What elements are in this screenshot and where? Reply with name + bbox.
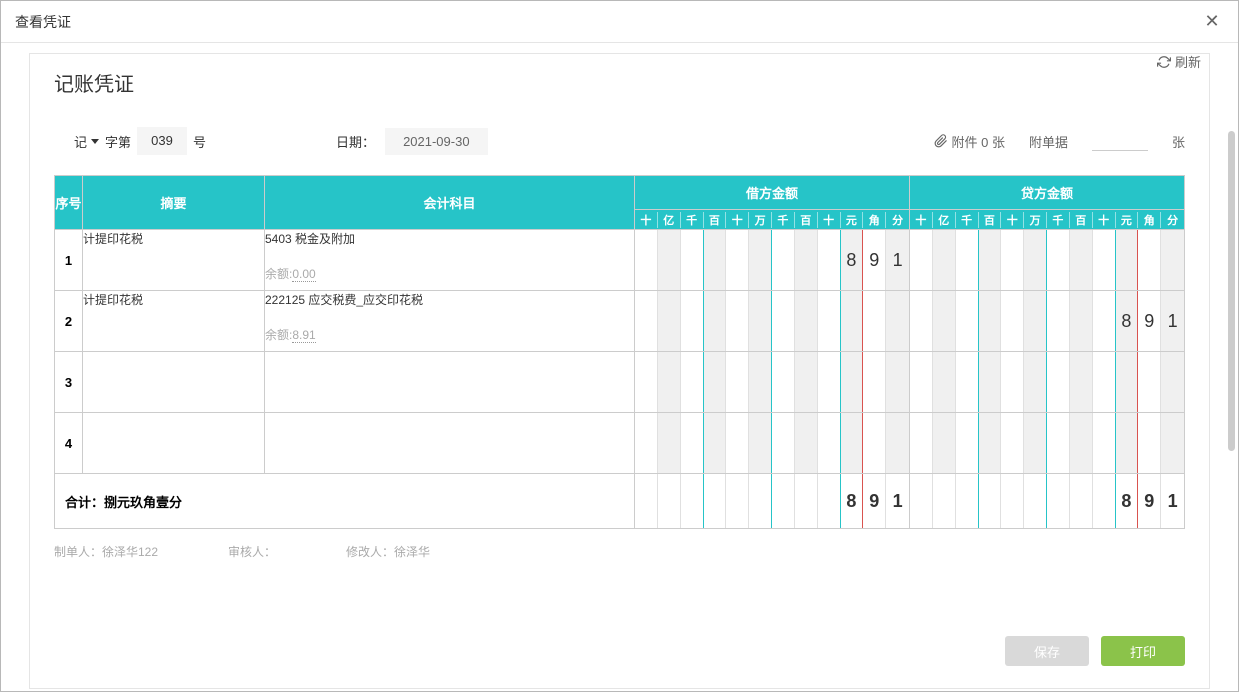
debit-cell[interactable]	[635, 352, 910, 413]
attachment-group: 附件 0 张 附单据 张	[934, 131, 1186, 151]
credit-cell[interactable]	[910, 230, 1185, 291]
credit-cell[interactable]	[910, 413, 1185, 474]
account-cell[interactable]	[265, 413, 635, 474]
table-row[interactable]: 1计提印花税5403 税金及附加余额:0.00891	[55, 230, 1185, 291]
total-row: 合计：捌元玖角壹分 891 891	[55, 474, 1185, 529]
voucher-type-select[interactable]: 记	[74, 132, 99, 151]
voucher-date-group: 日期： 2021-09-30	[336, 128, 488, 155]
col-credit: 贷方金额	[910, 176, 1185, 210]
col-idx: 序号	[55, 176, 83, 230]
account-cell[interactable]: 5403 税金及附加余额:0.00	[265, 230, 635, 291]
modal: 查看凭证 ✕ 刷新 记账凭证 记 字第 039 号 日期： 2021-09-30	[0, 0, 1239, 692]
voucher-meta-row: 记 字第 039 号 日期： 2021-09-30 附件 0 张 附单据 张	[54, 127, 1185, 155]
debit-cell[interactable]: 891	[635, 230, 910, 291]
total-credit: 891	[910, 474, 1185, 529]
debit-digits-head: 十亿千百十万千百十元角分	[635, 210, 910, 230]
summary-cell[interactable]: 计提印花税	[83, 291, 265, 352]
chevron-down-icon	[91, 139, 99, 144]
modal-header: 查看凭证 ✕	[1, 1, 1238, 43]
debit-cell[interactable]	[635, 291, 910, 352]
col-summary: 摘要	[83, 176, 265, 230]
voucher-footer: 制单人：徐泽华122 审核人： 修改人：徐泽华	[54, 543, 1185, 560]
voucher-date-input[interactable]: 2021-09-30	[385, 128, 488, 155]
row-index: 4	[55, 413, 83, 474]
row-index: 3	[55, 352, 83, 413]
total-label-cell: 合计：捌元玖角壹分	[55, 474, 635, 529]
table-row[interactable]: 3	[55, 352, 1185, 413]
row-index: 2	[55, 291, 83, 352]
modifier-label: 修改人：徐泽华	[346, 543, 430, 560]
receipt-count-input[interactable]	[1092, 131, 1148, 151]
account-cell[interactable]	[265, 352, 635, 413]
refresh-icon	[1157, 55, 1171, 69]
refresh-button[interactable]: 刷新	[1157, 52, 1201, 71]
voucher-number-input[interactable]: 039	[137, 127, 187, 155]
modal-title: 查看凭证	[15, 12, 71, 32]
scrollbar[interactable]	[1228, 131, 1235, 451]
summary-cell[interactable]	[83, 352, 265, 413]
receipt-label: 附单据	[1029, 132, 1068, 151]
table-row[interactable]: 4	[55, 413, 1185, 474]
close-icon[interactable]: ✕	[1200, 10, 1224, 34]
maker-label: 制单人：徐泽华122	[54, 543, 158, 560]
debit-cell[interactable]	[635, 413, 910, 474]
account-cell[interactable]: 222125 应交税费_应交印花税余额:8.91	[265, 291, 635, 352]
credit-digits-head: 十亿千百十万千百十元角分	[910, 210, 1185, 230]
total-debit: 891	[635, 474, 910, 529]
voucher-table: 序号 摘要 会计科目 借方金额 贷方金额 十亿千百十万千百十元角分 十亿千百十万…	[54, 175, 1185, 529]
summary-cell[interactable]: 计提印花税	[83, 230, 265, 291]
table-row[interactable]: 2计提印花税222125 应交税费_应交印花税余额:8.91 891	[55, 291, 1185, 352]
save-button[interactable]: 保存	[1005, 636, 1089, 666]
attachment-link[interactable]: 附件 0 张	[934, 132, 1005, 151]
credit-cell[interactable]	[910, 352, 1185, 413]
date-label: 日期：	[336, 132, 375, 151]
auditor-label: 审核人：	[228, 543, 276, 560]
voucher-panel: 刷新 记账凭证 记 字第 039 号 日期： 2021-09-30 附件 0 张	[29, 53, 1210, 689]
refresh-label: 刷新	[1175, 52, 1201, 71]
col-account: 会计科目	[265, 176, 635, 230]
button-group: 保存 打印	[1005, 636, 1185, 666]
voucher-type-group: 记 字第 039 号	[74, 127, 206, 155]
credit-cell[interactable]: 891	[910, 291, 1185, 352]
col-debit: 借方金额	[635, 176, 910, 210]
summary-cell[interactable]	[83, 413, 265, 474]
row-index: 1	[55, 230, 83, 291]
voucher-title: 记账凭证	[54, 68, 1185, 97]
paperclip-icon	[934, 134, 948, 148]
print-button[interactable]: 打印	[1101, 636, 1185, 666]
